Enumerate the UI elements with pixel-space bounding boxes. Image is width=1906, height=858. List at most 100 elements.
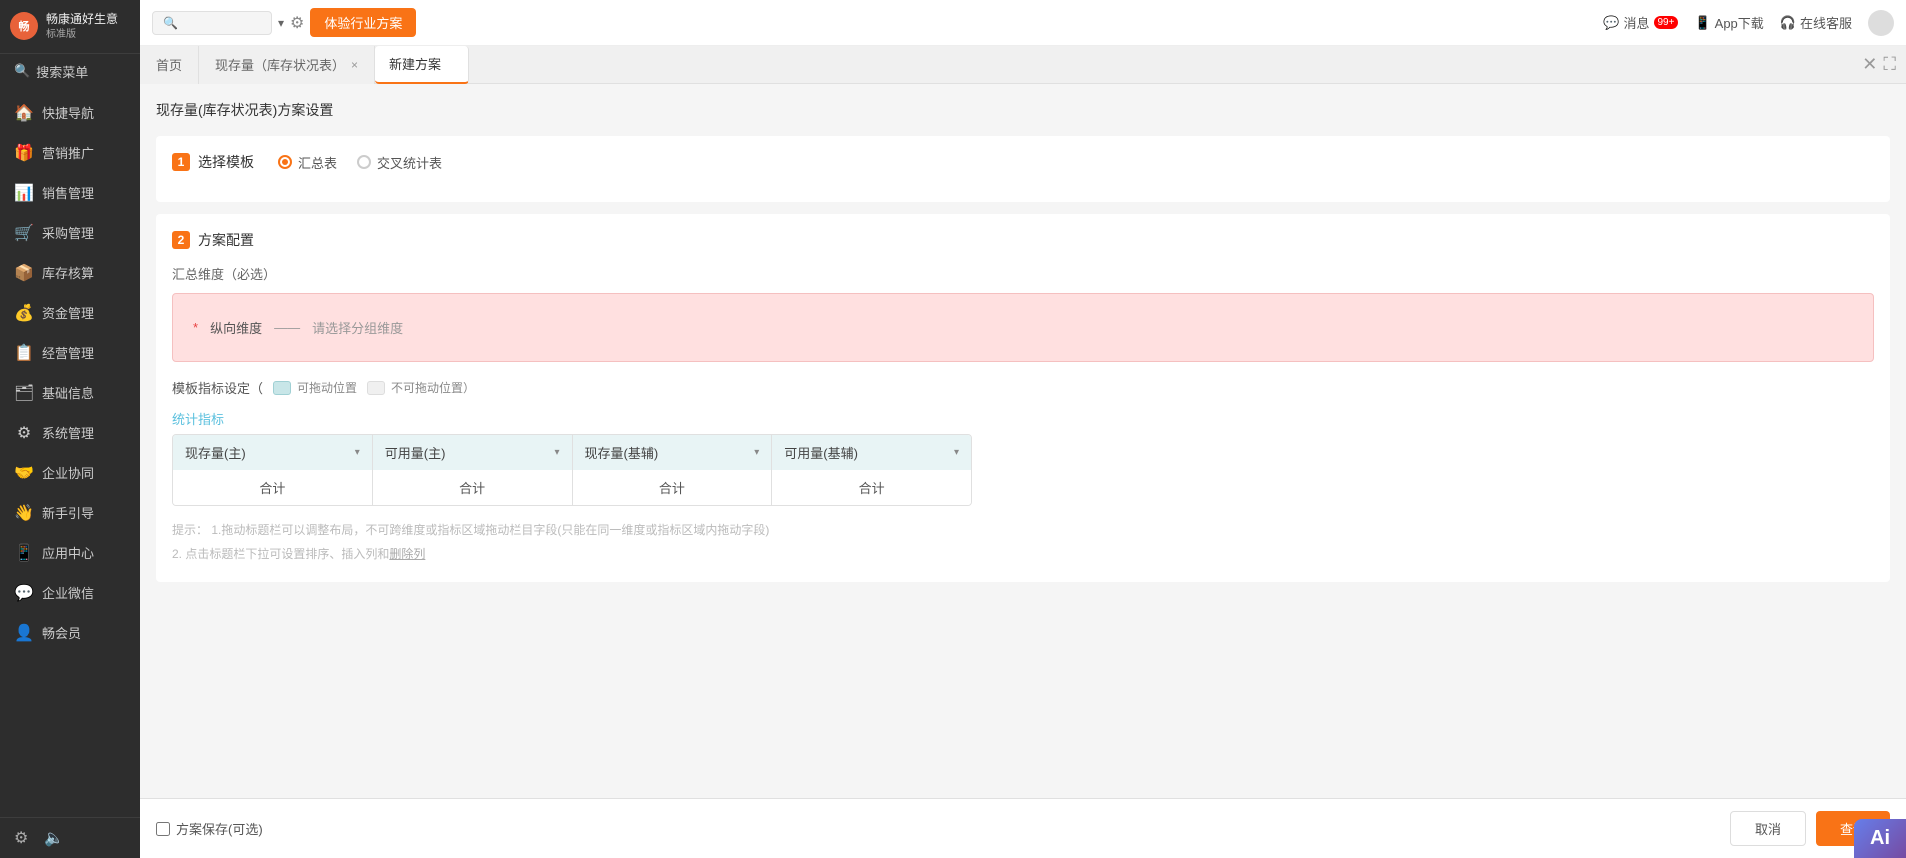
stats-title: 统计指标 bbox=[172, 409, 1874, 428]
clipboard-icon: 📋 bbox=[14, 343, 34, 363]
user-avatar[interactable] bbox=[1868, 10, 1894, 36]
save-checkbox[interactable] bbox=[156, 822, 170, 836]
app-download-button[interactable]: 📱 App下载 bbox=[1694, 13, 1763, 32]
stats-cell-2: 合计 bbox=[573, 470, 773, 505]
movable-block bbox=[273, 381, 291, 395]
radio-circle-summary bbox=[278, 155, 292, 169]
message-button[interactable]: 💬 消息 99+ bbox=[1603, 13, 1678, 32]
sidebar-bottom: ⚙ 🔈 bbox=[0, 817, 140, 858]
section1-number: 1 bbox=[172, 153, 190, 171]
dimension-required: * bbox=[193, 320, 198, 335]
cancel-button[interactable]: 取消 bbox=[1730, 811, 1806, 846]
chevron-icon-1: ▾ bbox=[554, 447, 559, 458]
section1-title: 选择模板 bbox=[198, 152, 254, 172]
dimension-label: 纵向维度 bbox=[210, 318, 262, 337]
sidebar-item-marketing[interactable]: 🎁 营销推广 bbox=[0, 133, 140, 173]
sidebar-item-guide[interactable]: 👋 新手引导 bbox=[0, 493, 140, 533]
tab-close-inventory[interactable]: × bbox=[351, 58, 358, 72]
stats-col-0[interactable]: 现存量(主) ▾ bbox=[173, 435, 373, 470]
sidebar-item-member[interactable]: 👤 畅会员 bbox=[0, 613, 140, 653]
sidebar-nav: 🏠 快捷导航 🎁 营销推广 📊 销售管理 🛒 采购管理 📦 库存核算 💰 资金管… bbox=[0, 89, 140, 817]
stats-table: 现存量(主) ▾ 可用量(主) ▾ 现存量(基辅) ▾ 可用量(基辅) ▾ bbox=[172, 434, 972, 506]
wechat-icon: 💬 bbox=[14, 583, 34, 603]
footer: 方案保存(可选) 取消 查询 bbox=[140, 798, 1906, 858]
stats-table-body: 合计 合计 合计 合计 bbox=[173, 470, 971, 505]
stats-table-header: 现存量(主) ▾ 可用量(主) ▾ 现存量(基辅) ▾ 可用量(基辅) ▾ bbox=[173, 435, 971, 470]
sidebar-item-finance[interactable]: 💰 资金管理 bbox=[0, 293, 140, 333]
tab-home[interactable]: 首页 bbox=[140, 46, 199, 84]
template-settings-label: 模板指标设定（ 可拖动位置 不可拖动位置） bbox=[172, 378, 1874, 397]
chevron-icon-2: ▾ bbox=[754, 447, 759, 458]
expand-icon[interactable]: ⛶ bbox=[1883, 54, 1896, 75]
tab-controls: ✕ ⛶ bbox=[1852, 54, 1906, 75]
stats-col-1[interactable]: 可用量(主) ▾ bbox=[373, 435, 573, 470]
aggregate-label: 汇总维度（必选） bbox=[172, 264, 1874, 283]
stats-col-2[interactable]: 现存量(基辅) ▾ bbox=[573, 435, 773, 470]
radio-cross[interactable]: 交叉统计表 bbox=[357, 153, 442, 172]
close-panel-icon[interactable]: ✕ bbox=[1862, 54, 1877, 75]
box-icon: 📦 bbox=[14, 263, 34, 283]
movable-legend: 可拖动位置 bbox=[273, 379, 357, 396]
gift-icon: 🎁 bbox=[14, 143, 34, 163]
topbar-right: 💬 消息 99+ 📱 App下载 🎧 在线客服 bbox=[1603, 10, 1894, 36]
member-icon: 👤 bbox=[14, 623, 34, 643]
sidebar-item-business[interactable]: 📋 经营管理 bbox=[0, 333, 140, 373]
dimension-area[interactable]: * 纵向维度 —— 请选择分组维度 bbox=[172, 293, 1874, 362]
sidebar-item-wechat[interactable]: 💬 企业微信 bbox=[0, 573, 140, 613]
stats-cell-0: 合计 bbox=[173, 470, 373, 505]
online-service-button[interactable]: 🎧 在线客服 bbox=[1780, 13, 1852, 32]
dimension-row: * 纵向维度 —— 请选择分组维度 bbox=[193, 318, 1853, 337]
ai-float-button[interactable]: Ai bbox=[1854, 819, 1906, 858]
sidebar-search[interactable]: 🔍 搜索菜单 bbox=[0, 54, 140, 89]
stats-col-3[interactable]: 可用量(基辅) ▾ bbox=[772, 435, 971, 470]
dimension-dash: —— bbox=[274, 320, 300, 335]
topbar: 🔍 ▾ ⚙ 体验行业方案 💬 消息 99+ 📱 App下载 🎧 在线客服 bbox=[140, 0, 1906, 46]
cart-icon: 🛒 bbox=[14, 223, 34, 243]
chart-icon: 📊 bbox=[14, 183, 34, 203]
section1-header: 1 选择模板 汇总表 交叉统计表 bbox=[172, 152, 1874, 172]
wave-icon: 👋 bbox=[14, 503, 34, 523]
download-icon: 📱 bbox=[1694, 15, 1710, 31]
folder-icon: 🗂 bbox=[14, 383, 34, 403]
stats-cell-3: 合计 bbox=[772, 470, 971, 505]
template-radio-group: 汇总表 交叉统计表 bbox=[278, 153, 442, 172]
dimension-placeholder: 请选择分组维度 bbox=[312, 318, 403, 337]
sidebar-item-inventory[interactable]: 📦 库存核算 bbox=[0, 253, 140, 293]
fixed-legend: 不可拖动位置） bbox=[367, 379, 475, 396]
tab-close-new-scheme[interactable]: × bbox=[447, 57, 454, 71]
settings-icon: ⚙ bbox=[14, 423, 34, 443]
topbar-search-box[interactable]: 🔍 bbox=[152, 11, 272, 35]
chevron-icon-0: ▾ bbox=[355, 447, 360, 458]
page-title: 现存量(库存状况表)方案设置 bbox=[156, 100, 1890, 120]
tab-new-scheme[interactable]: 新建方案 × bbox=[375, 46, 469, 84]
section-config: 2 方案配置 汇总维度（必选） * 纵向维度 —— 请选择分组维度 模板指标设定… bbox=[156, 214, 1890, 582]
sidebar-item-cooperation[interactable]: 🤝 企业协同 bbox=[0, 453, 140, 493]
radio-summary[interactable]: 汇总表 bbox=[278, 153, 337, 172]
gear-icon[interactable]: ⚙ bbox=[14, 828, 28, 848]
tips: 提示： 1.拖动标题栏可以调整布局，不可跨维度或指标区域拖动栏目字段(只能在同一… bbox=[172, 518, 1874, 566]
message-icon: 💬 bbox=[1603, 15, 1619, 31]
section2-title: 方案配置 bbox=[198, 230, 254, 250]
stats-cell-1: 合计 bbox=[373, 470, 573, 505]
save-option: 方案保存(可选) bbox=[156, 819, 263, 838]
content-area: 现存量(库存状况表)方案设置 1 选择模板 汇总表 交叉统计表 bbox=[140, 84, 1906, 798]
app-name: 畅康通好生意 标准版 bbox=[46, 12, 118, 41]
topbar-dropdown[interactable]: ▾ bbox=[278, 16, 284, 30]
section2-number: 2 bbox=[172, 231, 190, 249]
sidebar-item-sales[interactable]: 📊 销售管理 bbox=[0, 173, 140, 213]
sidebar-item-apps[interactable]: 📱 应用中心 bbox=[0, 533, 140, 573]
home-icon: 🏠 bbox=[14, 103, 34, 123]
volume-icon[interactable]: 🔈 bbox=[44, 828, 64, 848]
fixed-block bbox=[367, 381, 385, 395]
sidebar-item-quick-nav[interactable]: 🏠 快捷导航 bbox=[0, 93, 140, 133]
sidebar-item-purchase[interactable]: 🛒 采购管理 bbox=[0, 213, 140, 253]
sidebar-item-system[interactable]: ⚙ 系统管理 bbox=[0, 413, 140, 453]
trial-button[interactable]: 体验行业方案 bbox=[310, 8, 416, 37]
topbar-left: 🔍 ▾ ⚙ 体验行业方案 bbox=[152, 8, 1593, 37]
gear-settings-icon[interactable]: ⚙ bbox=[290, 13, 304, 33]
search-icon: 🔍 bbox=[14, 63, 30, 79]
main-area: 🔍 ▾ ⚙ 体验行业方案 💬 消息 99+ 📱 App下载 🎧 在线客服 bbox=[140, 0, 1906, 858]
sidebar-logo: 畅 畅康通好生意 标准版 bbox=[0, 0, 140, 54]
tab-inventory-status[interactable]: 现存量（库存状况表） × bbox=[199, 46, 375, 84]
sidebar-item-base-info[interactable]: 🗂 基础信息 bbox=[0, 373, 140, 413]
